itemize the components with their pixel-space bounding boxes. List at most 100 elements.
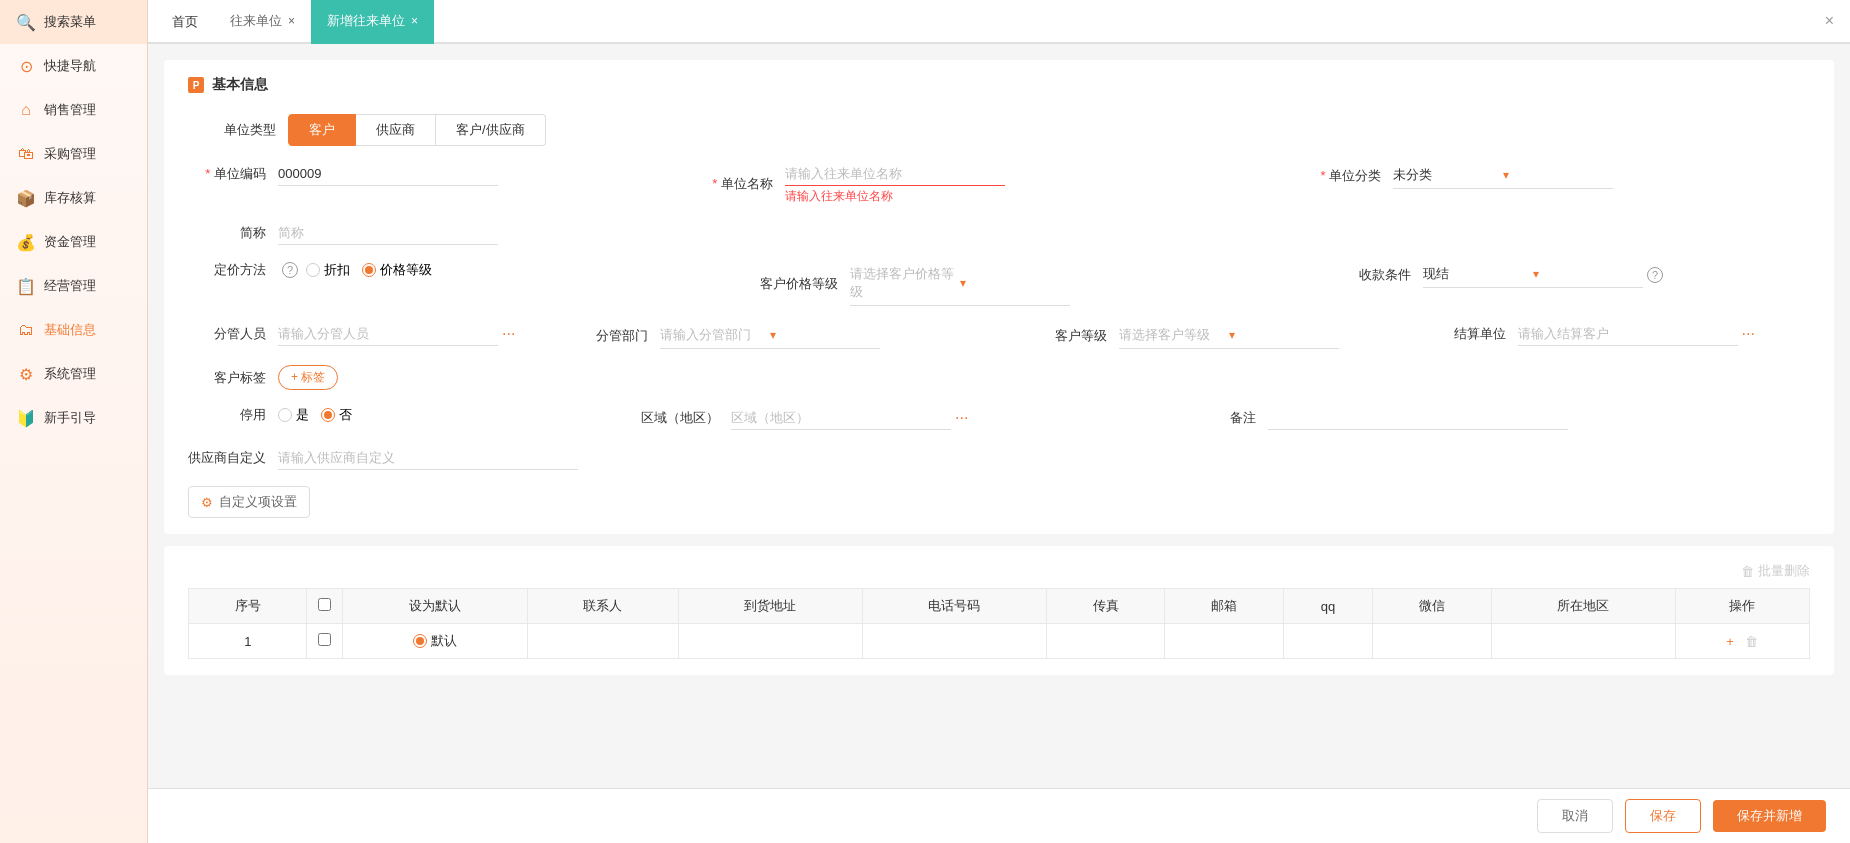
unit-code-label: 单位编码 [188, 165, 278, 183]
payment-help-icon[interactable]: ? [1647, 267, 1663, 283]
pricing-label: 定价方法 [188, 261, 278, 279]
manager-more[interactable]: ··· [498, 325, 519, 343]
sidebar-item-system[interactable]: ⚙ 系统管理 [0, 352, 147, 396]
tab-close-all[interactable]: × [1817, 12, 1842, 30]
tab-home[interactable]: 首页 [156, 0, 214, 44]
radio-price-level[interactable]: 价格等级 [362, 261, 432, 279]
settlement-label: 结算单位 [1428, 325, 1518, 343]
disable-radio-group: 是 否 [278, 406, 352, 424]
unit-type-both[interactable]: 客户/供应商 [436, 114, 546, 146]
radio-no[interactable]: 否 [321, 406, 352, 424]
radio-discount[interactable]: 折扣 [306, 261, 350, 279]
sidebar-label-basic: 基础信息 [44, 321, 96, 339]
payment-label: 收款条件 [1333, 266, 1423, 284]
td-contact [527, 624, 678, 659]
form-row-6: 停用 是 否 区 [188, 406, 1810, 430]
unit-type-supplier[interactable]: 供应商 [356, 114, 436, 146]
tag-label: 客户标签 [188, 369, 278, 387]
tab-new-partner-label: 新增往来单位 [327, 12, 405, 30]
basic-info-card: P 基本信息 单位类型 客户 供应商 客户/供应商 单位编码 单位名称 [164, 60, 1834, 534]
region-label: 区域（地区） [641, 409, 731, 427]
unit-code-input[interactable] [278, 162, 498, 186]
customer-price-select[interactable]: 请选择客户价格等级 ▾ [850, 261, 1070, 306]
manager-input[interactable] [278, 322, 498, 346]
add-row-btn[interactable]: + [1726, 634, 1734, 649]
system-icon: ⚙ [16, 364, 36, 384]
td-wechat [1373, 624, 1491, 659]
sidebar-item-inventory[interactable]: 📦 库存核算 [0, 176, 147, 220]
tab-new-partner-close[interactable]: × [411, 14, 418, 28]
save-new-button[interactable]: 保存并新增 [1713, 800, 1826, 832]
radio-no-label: 否 [339, 406, 352, 424]
settlement-more[interactable]: ··· [1738, 325, 1759, 343]
select-all-checkbox[interactable] [318, 598, 331, 611]
field-alias: 简称 [188, 221, 1810, 245]
add-tag-button[interactable]: + 标签 [278, 365, 338, 390]
department-arrow: ▾ [770, 328, 880, 342]
field-pricing: 定价方法 ? 折扣 价格等级 [188, 261, 760, 279]
alias-input[interactable] [278, 221, 498, 245]
form-row-4: 分管人员 ··· 分管部门 请输入分管部门 ▾ 客户等级 请选择客户等级 ▾ [188, 322, 1810, 349]
td-email [1165, 624, 1283, 659]
radio-default-label: 默认 [431, 632, 457, 650]
tab-partners[interactable]: 往来单位 × [214, 0, 311, 44]
radio-discount-circle [306, 263, 320, 277]
sidebar-item-sales[interactable]: ⌂ 销售管理 [0, 88, 147, 132]
tab-partners-close[interactable]: × [288, 14, 295, 28]
sidebar-item-guide[interactable]: 🔰 新手引导 [0, 396, 147, 440]
tab-new-partner[interactable]: 新增往来单位 × [311, 0, 434, 44]
row-checkbox[interactable] [318, 633, 331, 646]
supplier-custom-input[interactable] [278, 446, 578, 470]
th-fax: 传真 [1046, 589, 1164, 624]
cancel-button[interactable]: 取消 [1537, 799, 1613, 833]
field-settlement: 结算单位 ··· [1428, 322, 1810, 346]
manager-label: 分管人员 [188, 325, 278, 343]
sidebar-label-finance: 资金管理 [44, 233, 96, 251]
field-disable: 停用 是 否 [188, 406, 609, 424]
customer-level-select[interactable]: 请选择客户等级 ▾ [1119, 322, 1339, 349]
sidebar-item-basic[interactable]: 🗂 基础信息 [0, 308, 147, 352]
region-more[interactable]: ··· [951, 409, 972, 427]
department-placeholder: 请输入分管部门 [660, 326, 770, 344]
save-button[interactable]: 保存 [1625, 799, 1701, 833]
field-manager: 分管人员 ··· [188, 322, 570, 346]
sidebar-label-guide: 新手引导 [44, 409, 96, 427]
unit-type-customer[interactable]: 客户 [288, 114, 356, 146]
remark-input[interactable] [1268, 406, 1568, 430]
form-row-7: 供应商自定义 [188, 446, 1810, 470]
field-unit-name: 单位名称 请输入往来单位名称 [695, 162, 1303, 205]
del-row-btn[interactable]: 🗑 [1745, 634, 1758, 649]
sidebar-item-quick-nav[interactable]: ⊙ 快捷导航 [0, 44, 147, 88]
payment-select[interactable]: 现结 ▾ [1423, 261, 1643, 288]
sidebar-item-operations[interactable]: 📋 经营管理 [0, 264, 147, 308]
department-select[interactable]: 请输入分管部门 ▾ [660, 322, 880, 349]
sidebar-item-finance[interactable]: 💰 资金管理 [0, 220, 147, 264]
region-input[interactable] [731, 406, 951, 430]
sidebar-item-purchase[interactable]: 🛍 采购管理 [0, 132, 147, 176]
pricing-help-icon[interactable]: ? [282, 262, 298, 278]
table-section: 🗑 批量删除 序号 设为默认 联系人 到货地址 电话号码 传真 邮箱 qq [164, 546, 1834, 675]
unit-name-input[interactable] [785, 162, 1005, 186]
td-checkbox [307, 624, 343, 659]
sidebar-label-operations: 经营管理 [44, 277, 96, 295]
batch-delete-button[interactable]: 🗑 批量删除 [1741, 562, 1810, 580]
unit-category-label: 单位分类 [1303, 167, 1393, 185]
custom-settings-button[interactable]: ⚙ 自定义项设置 [188, 486, 310, 518]
settlement-input[interactable] [1518, 322, 1738, 346]
radio-default-circle [413, 634, 427, 648]
radio-yes[interactable]: 是 [278, 406, 309, 424]
inventory-icon: 📦 [16, 188, 36, 208]
customer-price-placeholder: 请选择客户价格等级 [850, 265, 960, 301]
th-operation: 操作 [1675, 589, 1809, 624]
table-row: 1 默认 [189, 624, 1810, 659]
unit-category-select[interactable]: 未分类 ▾ [1393, 162, 1613, 189]
sidebar-item-search[interactable]: 🔍 搜索菜单 [0, 0, 147, 44]
gear-icon: ⚙ [201, 495, 213, 510]
td-operation: + 🗑 [1675, 624, 1809, 659]
main-area: 首页 往来单位 × 新增往来单位 × × P 基本信息 单位类型 客户 供应商 … [148, 0, 1850, 843]
batch-delete-icon: 🗑 [1741, 564, 1754, 579]
operations-icon: 📋 [16, 276, 36, 296]
radio-default[interactable]: 默认 [353, 632, 516, 650]
field-unit-code: 单位编码 [188, 162, 695, 186]
radio-price-level-dot [365, 266, 373, 274]
